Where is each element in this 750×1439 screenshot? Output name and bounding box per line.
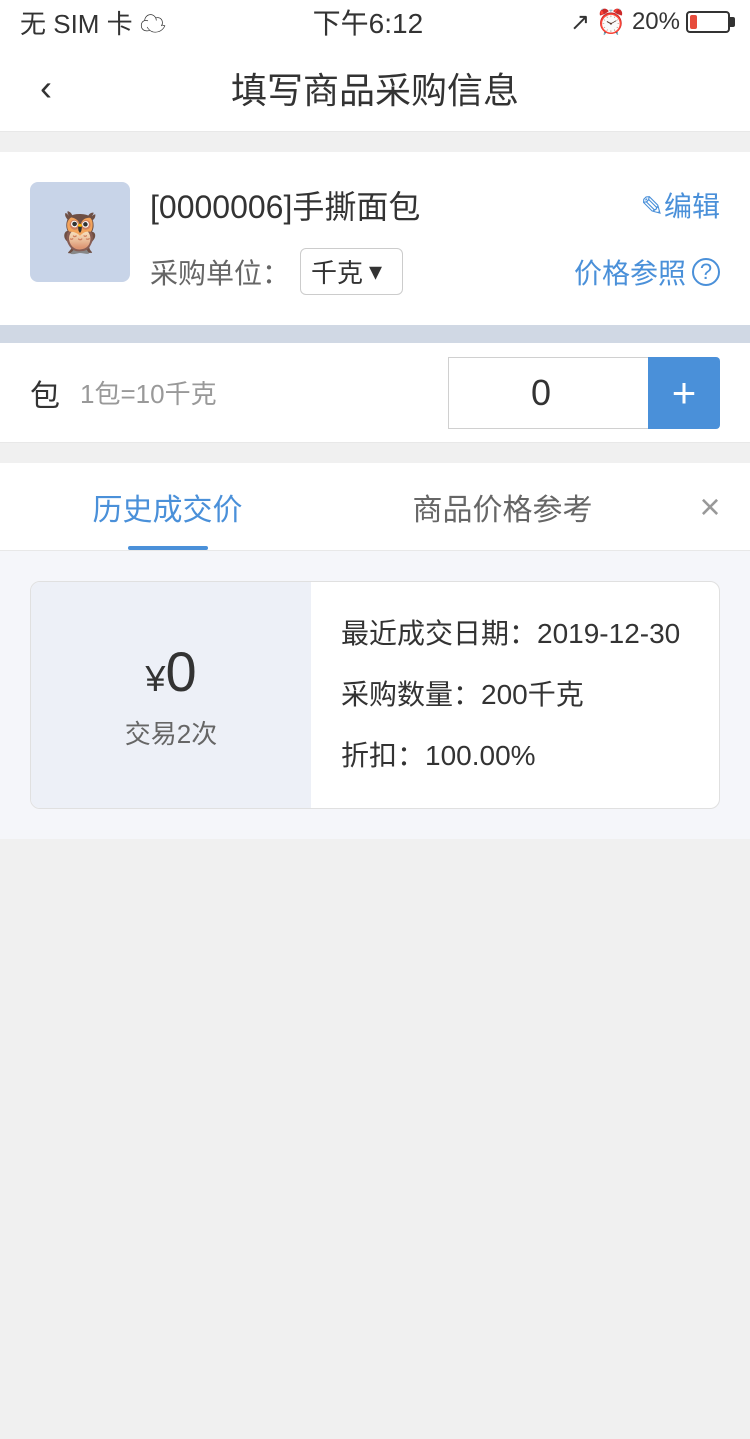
status-left: 无 SIM 卡 ☁ bbox=[20, 4, 166, 41]
tab-product-price-label: 商品价格参考 bbox=[413, 485, 593, 529]
status-bar: 无 SIM 卡 ☁ 下午6:12 ↗ ⏰ 20% bbox=[0, 0, 750, 44]
price-purchase-qty-value: 200千克 bbox=[481, 679, 584, 710]
tab-history-price[interactable]: 历史成交价 bbox=[0, 463, 335, 550]
price-card-left: ¥0 交易2次 bbox=[31, 582, 311, 808]
price-ref-label: 价格参照 bbox=[574, 252, 686, 292]
price-purchase-qty-label: 采购数量： bbox=[341, 679, 481, 710]
battery-fill bbox=[690, 15, 697, 29]
close-icon: × bbox=[699, 486, 720, 528]
alarm-icon: ⏰ bbox=[596, 8, 626, 37]
status-time: 下午6:12 bbox=[313, 2, 424, 42]
unit-select-value: 千克 bbox=[311, 253, 363, 290]
dropdown-arrow-icon: ▾ bbox=[369, 256, 382, 287]
bottom-space bbox=[0, 839, 750, 1439]
header: ‹ 填写商品采购信息 bbox=[0, 44, 750, 132]
quantity-input[interactable] bbox=[448, 357, 648, 429]
price-display: ¥0 bbox=[145, 639, 196, 704]
price-discount-row: 折扣：100.00% bbox=[341, 734, 689, 779]
battery-icon bbox=[686, 11, 730, 33]
price-card-right: 最近成交日期：2019-12-30 采购数量：200千克 折扣：100.00% bbox=[311, 582, 719, 808]
purchase-unit-row: 采购单位： 千克 ▾ 价格参照 ? bbox=[150, 248, 720, 295]
tabs-section: 历史成交价 商品价格参考 × ¥0 交易2次 最近成交日期：2019-12-30… bbox=[0, 463, 750, 839]
unit-select-dropdown[interactable]: 千克 ▾ bbox=[300, 248, 403, 295]
price-discount-label: 折扣： bbox=[341, 740, 425, 771]
status-right: ↗ ⏰ 20% bbox=[570, 8, 730, 37]
quantity-unit-label: 包 bbox=[30, 371, 60, 415]
edit-button[interactable]: ✎编辑 bbox=[641, 185, 720, 225]
product-image: 🦉 bbox=[30, 182, 130, 282]
tabs-close-button[interactable]: × bbox=[670, 463, 750, 550]
price-currency-symbol: ¥ bbox=[145, 658, 165, 699]
price-purchase-qty-row: 采购数量：200千克 bbox=[341, 673, 689, 718]
price-recent-date-value: 2019-12-30 bbox=[537, 618, 680, 649]
product-name: [0000006]手撕面包 bbox=[150, 182, 420, 228]
product-section: 🦉 [0000006]手撕面包 ✎编辑 采购单位： 千克 ▾ 价格参照 ? bbox=[0, 152, 750, 325]
page-title: 填写商品采购信息 bbox=[231, 62, 519, 114]
back-button[interactable]: ‹ bbox=[30, 57, 62, 119]
price-recent-date-row: 最近成交日期：2019-12-30 bbox=[341, 612, 689, 657]
price-recent-date-label: 最近成交日期： bbox=[341, 618, 537, 649]
tab-product-price[interactable]: 商品价格参考 bbox=[335, 463, 670, 550]
price-card-area: ¥0 交易2次 最近成交日期：2019-12-30 采购数量：200千克 折扣：… bbox=[0, 551, 750, 839]
location-icon: ↗ bbox=[570, 8, 590, 37]
product-info: [0000006]手撕面包 ✎编辑 采购单位： 千克 ▾ 价格参照 ? bbox=[150, 182, 720, 295]
quantity-conversion-label: 1包=10千克 bbox=[80, 374, 217, 411]
purchase-unit-label: 采购单位： bbox=[150, 252, 290, 292]
product-name-row: [0000006]手撕面包 ✎编辑 bbox=[150, 182, 720, 228]
price-discount-value: 100.00% bbox=[425, 740, 536, 771]
quantity-section: 包 1包=10千克 + bbox=[0, 343, 750, 443]
product-thumbnail-icon: 🦉 bbox=[55, 209, 105, 256]
price-ref-help-icon: ? bbox=[692, 258, 720, 286]
gray-divider bbox=[0, 325, 750, 343]
tab-history-price-label: 历史成交价 bbox=[93, 485, 243, 529]
price-card: ¥0 交易2次 最近成交日期：2019-12-30 采购数量：200千克 折扣：… bbox=[30, 581, 720, 809]
price-amount: 0 bbox=[165, 640, 196, 703]
price-trades: 交易2次 bbox=[125, 714, 217, 751]
tabs-header: 历史成交价 商品价格参考 × bbox=[0, 463, 750, 551]
price-reference-button[interactable]: 价格参照 ? bbox=[574, 252, 720, 292]
battery-percent: 20% bbox=[632, 8, 680, 36]
quantity-input-group: + bbox=[448, 357, 720, 429]
quantity-plus-button[interactable]: + bbox=[648, 357, 720, 429]
product-row: 🦉 [0000006]手撕面包 ✎编辑 采购单位： 千克 ▾ 价格参照 ? bbox=[30, 182, 720, 295]
